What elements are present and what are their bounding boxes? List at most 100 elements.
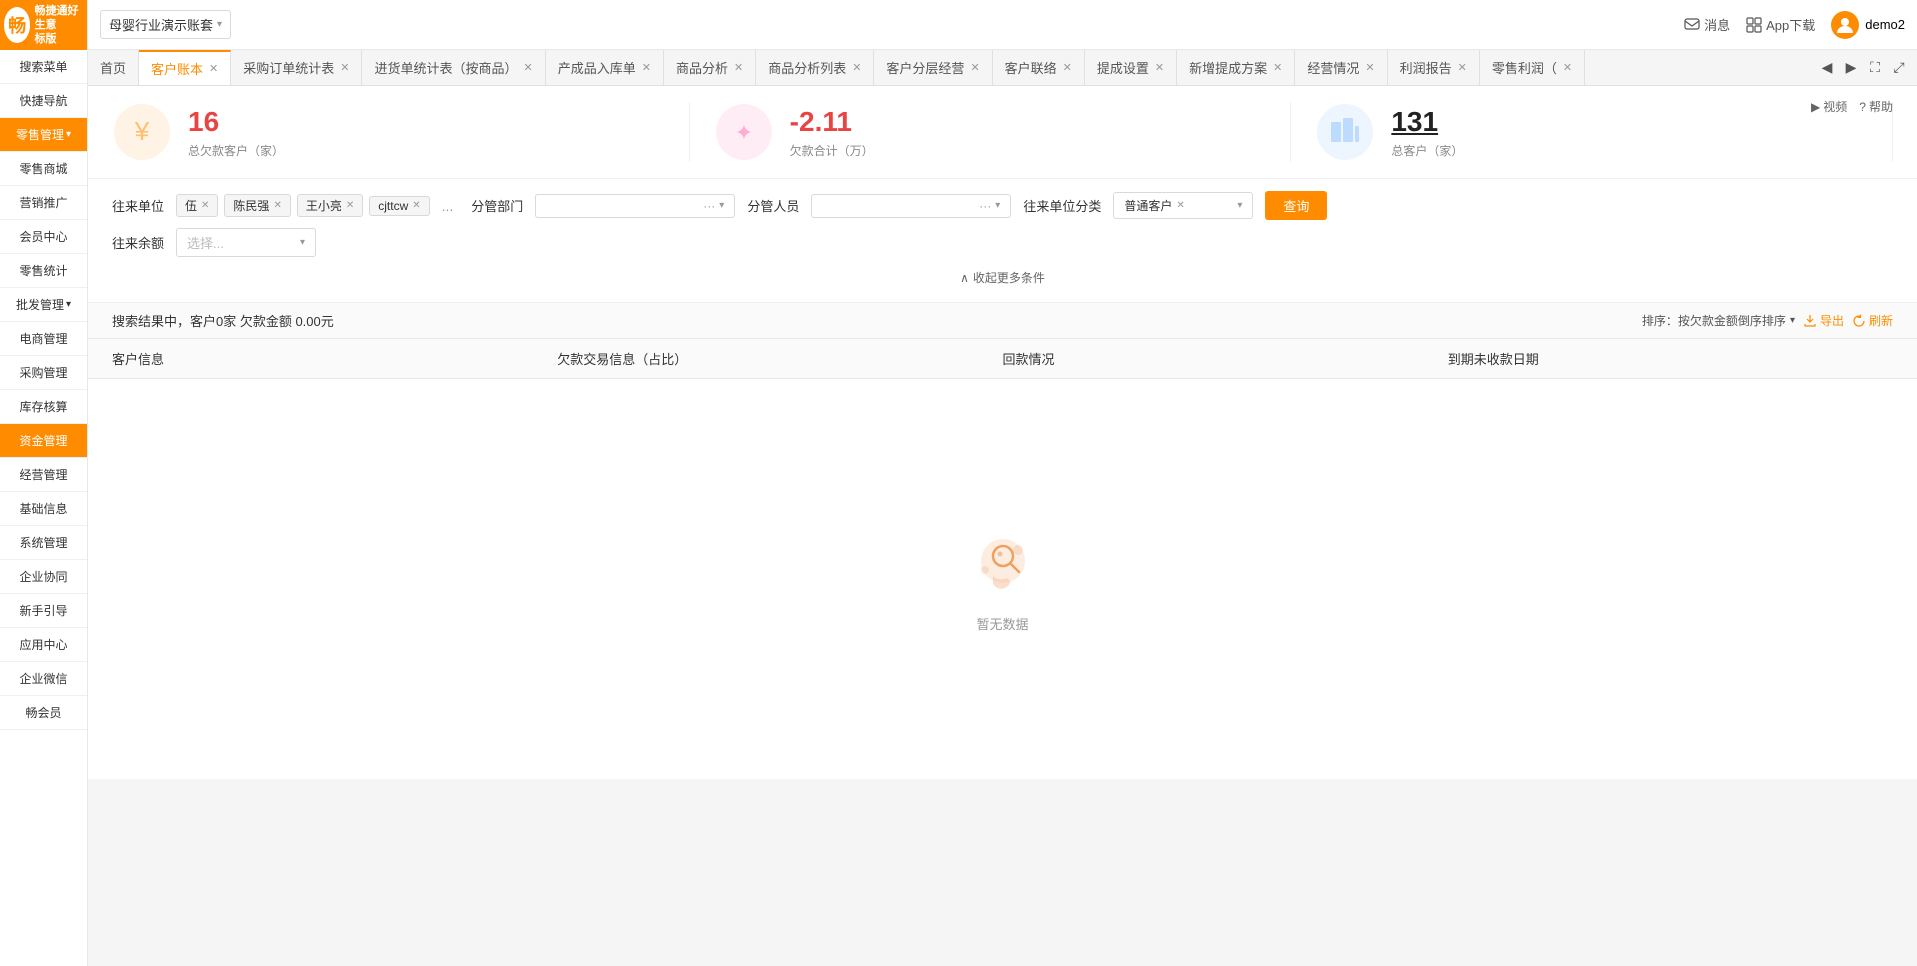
tab-purchase-stats[interactable]: 采购订单统计表 ✕ <box>231 50 362 86</box>
tab-close-product-in[interactable]: ✕ <box>642 61 651 74</box>
filter-balance-select[interactable]: 选择... ▾ <box>176 228 316 257</box>
tab-close-profit-report[interactable]: ✕ <box>1458 61 1467 74</box>
tab-close-customer-contact[interactable]: ✕ <box>1063 61 1072 74</box>
filter-tag-wang-remove[interactable]: ✕ <box>346 200 354 211</box>
filter-tag-cjttcw[interactable]: cjttcw ✕ <box>369 196 429 216</box>
export-btn[interactable]: 导出 <box>1803 312 1844 329</box>
filter-tag-chen[interactable]: 陈民强 ✕ <box>224 194 290 217</box>
sidebar-item-enterprise-collab[interactable]: 企业协同 <box>0 560 87 594</box>
tab-home-label: 首页 <box>100 58 126 77</box>
tab-tips-settings[interactable]: 提成设置 ✕ <box>1085 50 1177 86</box>
result-bar: 搜索结果中，客户0家 欠款金额 0.00元 排序：按欠款金额倒序排序 ▾ 导出 <box>88 303 1917 339</box>
tab-close-purchase-stats[interactable]: ✕ <box>340 61 349 74</box>
tab-close-customer-layer[interactable]: ✕ <box>970 61 979 74</box>
filter-tag-cjttcw-remove[interactable]: ✕ <box>412 200 420 211</box>
filter-unit-more[interactable]: ... <box>436 196 460 216</box>
filter-unit-class-tag[interactable]: 普通客户 ✕ <box>1124 197 1184 214</box>
filter-dept-select[interactable]: ··· ▾ <box>535 194 735 218</box>
sidebar-item-app-center[interactable]: 应用中心 <box>0 628 87 662</box>
sidebar-item-wholesale-mgmt[interactable]: 批发管理 ▾ <box>0 288 87 322</box>
topbar-app-download-btn[interactable]: App下载 <box>1746 15 1815 34</box>
sidebar-item-retail-stats[interactable]: 零售统计 <box>0 254 87 288</box>
svg-text:¥: ¥ <box>134 116 150 146</box>
sidebar-item-operations[interactable]: 经营管理 <box>0 458 87 492</box>
stat-info-total-clients: 131 总客户（家） <box>1391 105 1463 160</box>
help-btn[interactable]: ? 帮助 <box>1859 98 1893 115</box>
tab-close-customer-account[interactable]: ✕ <box>209 62 218 75</box>
sidebar-item-member-center[interactable]: 会员中心 <box>0 220 87 254</box>
app-logo-icon: 畅 <box>4 7 30 43</box>
filter-dept-more-icon: ··· <box>703 199 715 213</box>
tab-fullscreen-btn[interactable]: ⤢ <box>1889 58 1909 78</box>
tab-scroll-right-btn[interactable]: ▶ <box>1841 58 1861 78</box>
filter-tag-wang[interactable]: 王小亮 ✕ <box>297 194 363 217</box>
tab-profit-report[interactable]: 利润报告 ✕ <box>1388 50 1480 86</box>
sidebar-item-basic-info[interactable]: 基础信息 <box>0 492 87 526</box>
sidebar-item-system[interactable]: 系统管理 <box>0 526 87 560</box>
play-icon: ▶ <box>1811 100 1820 114</box>
sidebar-item-enterprise-wechat[interactable]: 企业微信 <box>0 662 87 696</box>
query-button[interactable]: 查询 <box>1265 191 1327 220</box>
help-label: 帮助 <box>1869 98 1893 115</box>
tab-expand-btn[interactable]: ⛶ <box>1865 58 1885 78</box>
filter-person-select[interactable]: ··· ▾ <box>811 194 1011 218</box>
filter-unit-class-tag-remove[interactable]: ✕ <box>1176 200 1184 211</box>
sidebar-item-retail-mgmt[interactable]: 零售管理 ▾ <box>0 118 87 152</box>
sidebar-item-finance[interactable]: 资金管理 <box>0 424 87 458</box>
filter-unit-class-select[interactable]: 普通客户 ✕ ▾ <box>1113 192 1253 219</box>
tab-new-tips[interactable]: 新增提成方案 ✕ <box>1177 50 1295 86</box>
tab-close-goods-analysis[interactable]: ✕ <box>734 61 743 74</box>
company-name: 母婴行业演示账套 <box>109 15 213 34</box>
stat-info-customers: 16 总欠款客户（家） <box>188 105 284 160</box>
filter-person-more-icon: ··· <box>979 199 991 213</box>
user-profile[interactable]: demo2 <box>1831 11 1905 39</box>
tab-home[interactable]: 首页 <box>88 50 139 86</box>
tab-customer-contact[interactable]: 客户联络 ✕ <box>993 50 1085 86</box>
stat-card-total-clients: 131 总客户（家） <box>1291 102 1893 162</box>
tab-customer-layer[interactable]: 客户分层经营 ✕ <box>874 50 992 86</box>
stat-card-arrears: ✦ -2.11 欠款合计（万） <box>690 102 1292 162</box>
topbar-message-btn[interactable]: 消息 <box>1684 15 1730 34</box>
refresh-btn[interactable]: 刷新 <box>1852 312 1893 329</box>
sidebar-item-vip-member[interactable]: 畅会员 <box>0 696 87 730</box>
tab-product-in[interactable]: 产成品入库单 ✕ <box>546 50 664 86</box>
filter-tag-wang-label: 王小亮 <box>306 197 342 214</box>
filter-tag-chen-label: 陈民强 <box>233 197 269 214</box>
tab-close-new-tips[interactable]: ✕ <box>1273 61 1282 74</box>
tab-retail-profit[interactable]: 零售利润（ ✕ <box>1480 50 1585 86</box>
sidebar-item-search[interactable]: 搜索菜单 <box>0 50 87 84</box>
tab-close-stock-stats[interactable]: ✕ <box>524 61 533 74</box>
sidebar-item-new-guide[interactable]: 新手引导 <box>0 594 87 628</box>
sidebar-item-ecommerce[interactable]: 电商管理 <box>0 322 87 356</box>
tab-business-status[interactable]: 经营情况 ✕ <box>1295 50 1387 86</box>
sidebar-item-purchase-mgmt[interactable]: 采购管理 <box>0 356 87 390</box>
tab-customer-account[interactable]: 客户账本 ✕ <box>139 50 231 86</box>
tab-stock-stats[interactable]: 进货单统计表（按商品） ✕ <box>362 50 545 86</box>
tab-close-goods-analysis-list[interactable]: ✕ <box>852 61 861 74</box>
table-body: 暂无数据 <box>88 379 1917 779</box>
company-selector[interactable]: 母婴行业演示账套 ▾ <box>100 10 231 39</box>
tab-close-tips-settings[interactable]: ✕ <box>1155 61 1164 74</box>
tab-business-status-label: 经营情况 <box>1307 58 1359 77</box>
result-sort-label: 排序：按欠款金额倒序排序 <box>1642 312 1786 329</box>
topbar-left: 母婴行业演示账套 ▾ <box>100 10 1676 39</box>
tab-goods-analysis-list[interactable]: 商品分析列表 ✕ <box>756 50 874 86</box>
filter-tag-chen-remove[interactable]: ✕ <box>273 200 281 211</box>
sidebar-item-retail-mall[interactable]: 零售商城 <box>0 152 87 186</box>
filter-tag-wu-remove[interactable]: ✕ <box>201 200 209 211</box>
sidebar-item-inventory[interactable]: 库存核算 <box>0 390 87 424</box>
tab-goods-analysis[interactable]: 商品分析 ✕ <box>664 50 756 86</box>
tab-close-business-status[interactable]: ✕ <box>1365 61 1374 74</box>
user-name: demo2 <box>1865 17 1905 32</box>
tab-close-retail-profit[interactable]: ✕ <box>1563 61 1572 74</box>
empty-state-icon <box>963 526 1043 606</box>
result-sort[interactable]: 排序：按欠款金额倒序排序 ▾ <box>1642 312 1795 329</box>
sidebar-item-marketing[interactable]: 营销推广 <box>0 186 87 220</box>
video-help-btn[interactable]: ▶ 视频 <box>1811 98 1847 115</box>
sidebar-item-quick-nav[interactable]: 快捷导航 <box>0 84 87 118</box>
filter-unit-class-chevron: ▾ <box>1237 200 1242 211</box>
tab-scroll-left-btn[interactable]: ◀ <box>1817 58 1837 78</box>
filter-tag-wu[interactable]: 伍 ✕ <box>176 194 218 217</box>
stat-icon-arrears: ✦ <box>714 102 774 162</box>
collapse-btn[interactable]: ∧ 收起更多条件 <box>960 269 1045 286</box>
